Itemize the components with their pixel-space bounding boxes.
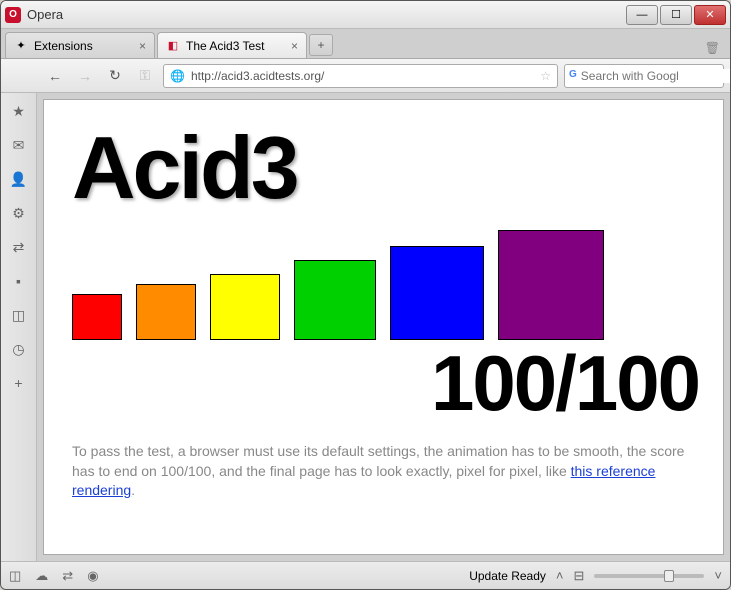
zoom-thumb[interactable] [664,570,674,582]
reload-button[interactable]: ↻ [103,64,127,88]
search-box[interactable]: G [564,64,724,88]
note-icon[interactable]: ▪ [9,271,29,291]
tab-label: The Acid3 Test [186,39,265,53]
page-viewport: Acid3 100/100 To pass the test, a browse… [43,99,724,555]
google-icon: G [569,69,577,83]
sync-icon[interactable]: ⇄ [62,568,73,584]
share-icon[interactable]: ⇄ [9,237,29,257]
box-red [72,294,122,340]
mail-icon[interactable]: ✉ [9,135,29,155]
maximize-button[interactable]: ☐ [660,5,692,25]
window-controls: — ☐ ✕ [624,5,726,25]
update-ready-text: Update Ready [469,569,546,583]
close-button[interactable]: ✕ [694,5,726,25]
chevron-down-icon[interactable]: ˅ [714,568,722,583]
box-purple [498,230,604,340]
status-bar: ◫ ☁ ⇄ ◉ Update Ready ˄ ⊟ ˅ [1,561,730,589]
new-tab-button[interactable]: + [309,34,333,56]
puzzle-icon: ✦ [14,39,28,53]
acid3-score: 100/100 [72,344,699,422]
desc-text-post: . [131,482,135,498]
globe-icon: 🌐 [170,69,185,83]
color-boxes [72,230,699,340]
box-blue [390,246,484,340]
tab-extensions[interactable]: ✦ Extensions × [5,32,155,58]
bookmark-star-icon[interactable]: ☆ [540,69,551,83]
tab-acid3[interactable]: ◧ The Acid3 Test × [157,32,307,58]
tab-label: Extensions [34,39,93,53]
add-panel-icon[interactable]: + [9,373,29,393]
side-panel: ★ ✉ 👤 ⚙ ⇄ ▪ ◫ ◷ + [1,93,37,561]
box-orange [136,284,196,340]
tab-strip: ✦ Extensions × ◧ The Acid3 Test × + 🗑 [1,29,730,59]
acid3-description: To pass the test, a browser must use its… [72,442,699,501]
opera-window: O Opera — ☐ ✕ ✦ Extensions × ◧ The Acid3… [0,0,731,590]
camera-icon[interactable]: ◉ [87,568,98,584]
main-area: ★ ✉ 👤 ⚙ ⇄ ▪ ◫ ◷ + Acid3 100/100 [1,93,730,561]
search-input[interactable] [581,69,731,83]
panel-toggle-icon[interactable]: ◫ [9,568,21,584]
fit-width-icon[interactable]: ⊟ [574,568,585,584]
minimize-button[interactable]: — [626,5,658,25]
user-icon[interactable]: 👤 [9,169,29,189]
tab-close-icon[interactable]: × [139,39,146,53]
trash-icon[interactable]: 🗑 [705,41,726,55]
chevron-up-icon[interactable]: ˄ [556,568,564,583]
back-button[interactable]: ← [43,64,67,88]
page-icon: ◧ [166,39,180,53]
status-right: Update Ready ˄ ⊟ ˅ [469,568,722,584]
box-yellow [210,274,280,340]
window-icon[interactable]: ◫ [9,305,29,325]
forward-button[interactable]: → [73,64,97,88]
box-green [294,260,376,340]
cloud-icon[interactable]: ☁ [35,568,48,584]
acid3-title: Acid3 [72,124,699,212]
key-icon[interactable]: ⚿ [133,64,157,88]
window-title: Opera [27,7,624,22]
url-input[interactable] [191,69,534,83]
navigation-bar: ← → ↻ ⚿ 🌐 ☆ G [1,59,730,93]
titlebar: O Opera — ☐ ✕ [1,1,730,29]
address-bar[interactable]: 🌐 ☆ [163,64,558,88]
history-icon[interactable]: ◷ [9,339,29,359]
tab-close-icon[interactable]: × [291,39,298,53]
star-icon[interactable]: ★ [9,101,29,121]
content-wrapper: Acid3 100/100 To pass the test, a browse… [37,93,730,561]
opera-logo-icon: O [5,7,21,23]
zoom-slider[interactable] [594,574,704,578]
gear-icon[interactable]: ⚙ [9,203,29,223]
